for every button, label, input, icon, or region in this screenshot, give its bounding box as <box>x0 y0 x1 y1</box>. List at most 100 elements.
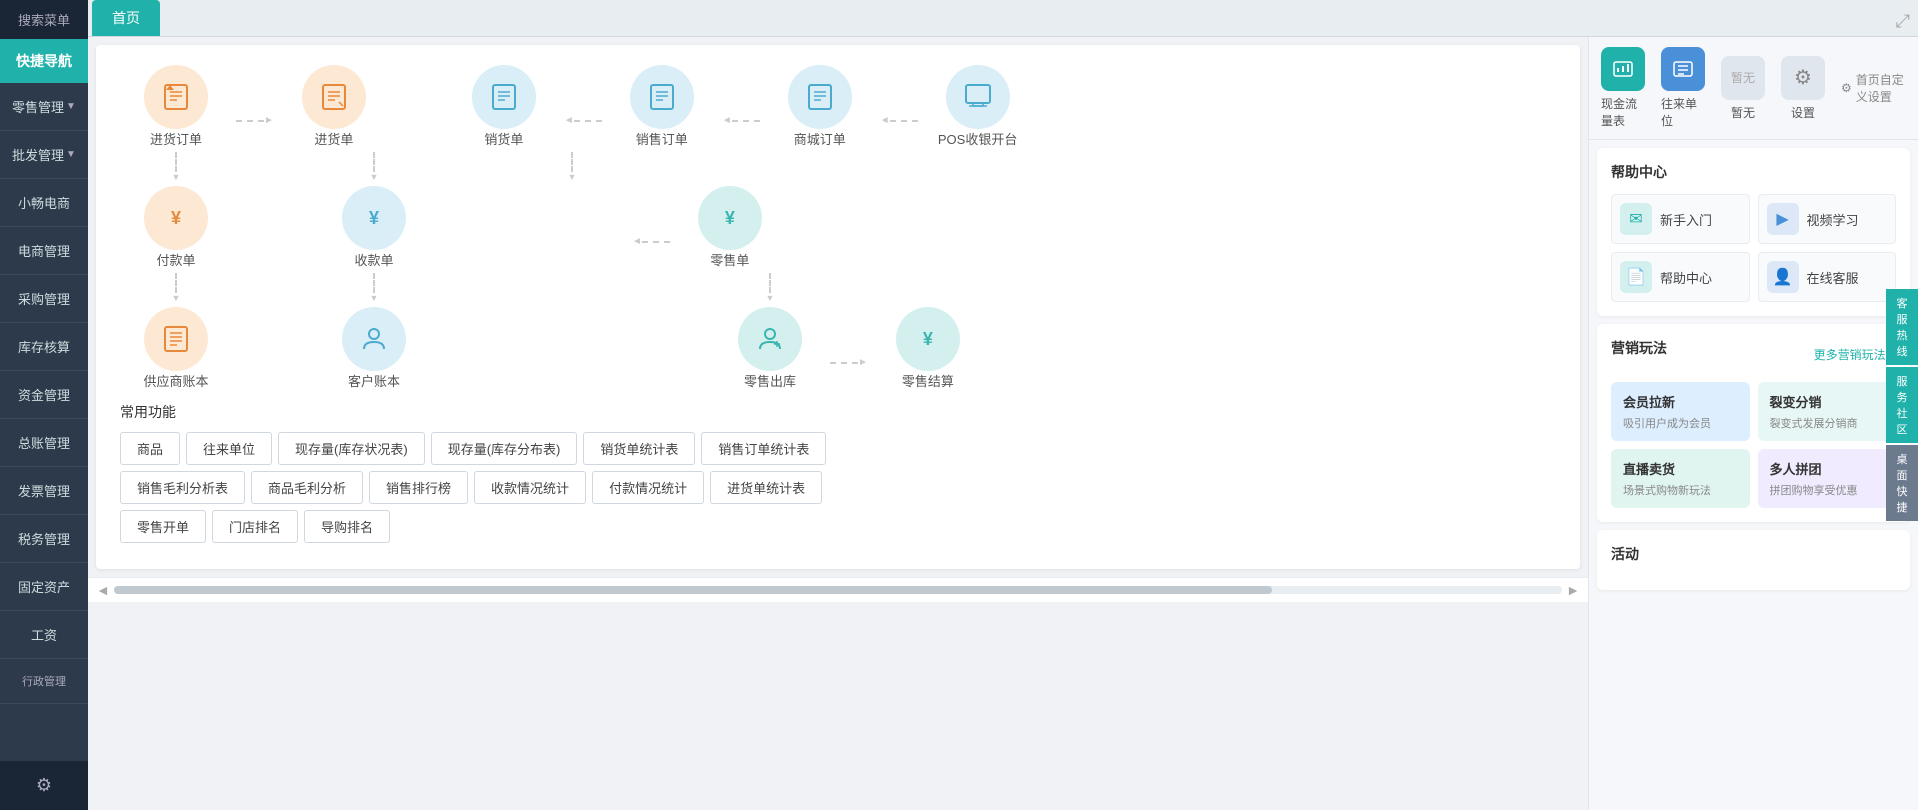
func-btn-contacts[interactable]: 往来单位 <box>186 432 272 465</box>
payment-label: 付款单 <box>156 250 195 269</box>
marketing-grid: 会员拉新 吸引用户成为会员 裂变分销 裂变式发展分销商 直播卖货 场景式购物新玩… <box>1611 382 1896 508</box>
purchase-order-label: 进货订单 <box>150 129 202 148</box>
sidebar-item-ledger[interactable]: 总账管理 <box>0 419 88 467</box>
retail-warehouse-icon <box>738 307 802 371</box>
shortcut-cashflow-label: 现金流量表 <box>1601 95 1645 129</box>
homepage-customize-settings[interactable]: ⚙ 首页自定义设置 <box>1841 71 1906 105</box>
help-item-beginner[interactable]: ✉ 新手入门 <box>1611 194 1750 244</box>
func-btn-retail-open[interactable]: 零售开单 <box>120 510 206 543</box>
scroll-right-btn[interactable]: ► <box>1566 582 1580 598</box>
marketing-header: 营销玩法 更多营销玩法 > <box>1611 338 1896 370</box>
shortcut-settings-label: 设置 <box>1791 104 1815 121</box>
flow-node-customer-account[interactable]: 客户账本 <box>314 307 434 390</box>
sidebar-item-invoice[interactable]: 发票管理 <box>0 467 88 515</box>
retail-settle-icon: ¥ <box>896 307 960 371</box>
settings-shortcut-icon: ⚙ <box>1781 56 1825 100</box>
activity-section: 活动 <box>1597 530 1910 590</box>
help-item-video[interactable]: ▶ 视频学习 <box>1758 194 1897 244</box>
flow-node-receipt[interactable]: ¥ 收款单 <box>314 186 434 269</box>
common-func-title: 常用功能 <box>120 402 1556 422</box>
shortcut-none[interactable]: 暂无 暂无 <box>1721 56 1765 121</box>
live-desc: 场景式购物新玩法 <box>1623 482 1738 498</box>
sidebar-item-ecommerce[interactable]: 小畅电商 <box>0 179 88 227</box>
sidebar-item-purchase[interactable]: 采购管理 <box>0 275 88 323</box>
sidebar-item-tax[interactable]: 税务管理 <box>0 515 88 563</box>
sidebar-item-wholesale[interactable]: 批发管理 ▼ <box>0 131 88 179</box>
marketing-card-group[interactable]: 多人拼团 拼团购物享受优惠 <box>1758 449 1897 508</box>
sidebar-item-admin[interactable]: 行政管理 <box>0 659 88 704</box>
member-desc: 吸引用户成为会员 <box>1623 415 1738 431</box>
float-btn-desktop[interactable]: 桌面快捷 <box>1886 445 1918 521</box>
sidebar-nav-header: 快捷导航 <box>0 39 88 83</box>
live-title: 直播卖货 <box>1623 459 1738 478</box>
flow-node-retail-order[interactable]: ¥ 零售单 <box>670 186 790 269</box>
expand-icon[interactable]: ⤢ <box>1888 7 1918 36</box>
scroll-left-btn[interactable]: ◄ <box>96 582 110 598</box>
func-btn-purchase-stat[interactable]: 进货单统计表 <box>710 471 822 504</box>
func-buttons-row1: 商品 往来单位 现存量(库存状况表) 现存量(库存分布表) 销货单统计表 销售订… <box>120 432 1556 465</box>
marketing-more-link[interactable]: 更多营销玩法 > <box>1814 346 1896 363</box>
purchase-order-icon <box>144 65 208 129</box>
func-btn-sales-stat[interactable]: 销货单统计表 <box>583 432 695 465</box>
shortcut-cashflow[interactable]: 现金流量表 <box>1601 47 1645 129</box>
gear-icon: ⚙ <box>1841 81 1852 95</box>
func-buttons-row3: 零售开单 门店排名 导购排名 <box>120 510 1556 543</box>
horizontal-scrollbar[interactable]: ◄ ► <box>88 577 1588 602</box>
right-panel: 现金流量表 往来单位 暂无 暂无 ⚙ 设置 ⚙ <box>1588 37 1918 810</box>
help-center-title: 帮助中心 <box>1611 162 1896 182</box>
marketing-section: 营销玩法 更多营销玩法 > 会员拉新 吸引用户成为会员 裂变分销 裂变式发展分销… <box>1597 324 1910 522</box>
func-btn-goods-profit[interactable]: 商品毛利分析 <box>251 471 363 504</box>
pos-icon <box>946 65 1010 129</box>
flow-node-retail-settle[interactable]: ¥ 零售结算 <box>868 307 988 390</box>
retail-order-icon: ¥ <box>698 186 762 250</box>
flow-node-purchase-order[interactable]: 进货订单 <box>116 65 236 148</box>
mall-order-icon <box>788 65 852 129</box>
sidebar-item-retail[interactable]: 零售管理 ▼ <box>0 83 88 131</box>
scroll-thumb <box>114 586 1273 594</box>
help-item-service[interactable]: 👤 在线客服 <box>1758 252 1897 302</box>
flow-node-purchase-bill[interactable]: 进货单 <box>274 65 394 148</box>
sidebar-settings-icon[interactable]: ⚙ <box>0 761 88 810</box>
float-btn-service[interactable]: 客服热线 <box>1886 289 1918 365</box>
flow-node-pos[interactable]: POS收银开台 <box>918 65 1038 148</box>
main-area: 首页 ⤢ 进货订单 ► <box>88 0 1918 810</box>
marketing-title: 营销玩法 <box>1611 338 1667 358</box>
func-btn-goods[interactable]: 商品 <box>120 432 180 465</box>
marketing-card-live[interactable]: 直播卖货 场景式购物新玩法 <box>1611 449 1750 508</box>
receipt-label: 收款单 <box>354 250 393 269</box>
tab-home[interactable]: 首页 <box>92 0 160 36</box>
func-btn-sales-profit[interactable]: 销售毛利分析表 <box>120 471 245 504</box>
none-icon: 暂无 <box>1721 56 1765 100</box>
func-btn-sales-order-stat[interactable]: 销售订单统计表 <box>701 432 826 465</box>
cashflow-icon <box>1601 47 1645 91</box>
main-panel: 进货订单 ► 进货单 <box>88 37 1588 810</box>
func-btn-receipt-stat[interactable]: 收款情况统计 <box>474 471 586 504</box>
shortcut-settings[interactable]: ⚙ 设置 <box>1781 56 1825 121</box>
marketing-card-member[interactable]: 会员拉新 吸引用户成为会员 <box>1611 382 1750 441</box>
sidebar-item-assets[interactable]: 固定资产 <box>0 563 88 611</box>
func-btn-stock1[interactable]: 现存量(库存状况表) <box>278 432 425 465</box>
marketing-card-fission[interactable]: 裂变分销 裂变式发展分销商 <box>1758 382 1897 441</box>
sidebar-item-inventory[interactable]: 库存核算 <box>0 323 88 371</box>
flow-node-mall-order[interactable]: 商城订单 <box>760 65 880 148</box>
flow-node-supplier-account[interactable]: 供应商账本 <box>116 307 236 390</box>
sidebar-item-ecom-mgmt[interactable]: 电商管理 <box>0 227 88 275</box>
func-buttons-row2: 销售毛利分析表 商品毛利分析 销售排行榜 收款情况统计 付款情况统计 进货单统计… <box>120 471 1556 504</box>
func-btn-payment-stat[interactable]: 付款情况统计 <box>592 471 704 504</box>
flow-node-sales-order[interactable]: 销售订单 <box>602 65 722 148</box>
sidebar-item-salary[interactable]: 工资 <box>0 611 88 659</box>
func-btn-stock2[interactable]: 现存量(库存分布表) <box>431 432 578 465</box>
shortcut-contacts[interactable]: 往来单位 <box>1661 47 1705 129</box>
sidebar-search[interactable]: 搜索菜单 <box>0 0 88 39</box>
flow-node-retail-warehouse[interactable]: 零售出库 <box>710 307 830 390</box>
func-btn-store-rank[interactable]: 门店排名 <box>212 510 298 543</box>
flow-node-sales-bill[interactable]: 销货单 <box>444 65 564 148</box>
func-btn-sales-rank[interactable]: 销售排行榜 <box>369 471 468 504</box>
func-btn-guide-rank[interactable]: 导购排名 <box>304 510 390 543</box>
float-btn-community[interactable]: 服务社区 <box>1886 367 1918 443</box>
help-item-help[interactable]: 📄 帮助中心 <box>1611 252 1750 302</box>
flow-node-payment[interactable]: ¥ 付款单 <box>116 186 236 269</box>
supplier-account-label: 供应商账本 <box>143 371 208 390</box>
sidebar-item-finance[interactable]: 资金管理 <box>0 371 88 419</box>
sales-bill-icon <box>472 65 536 129</box>
